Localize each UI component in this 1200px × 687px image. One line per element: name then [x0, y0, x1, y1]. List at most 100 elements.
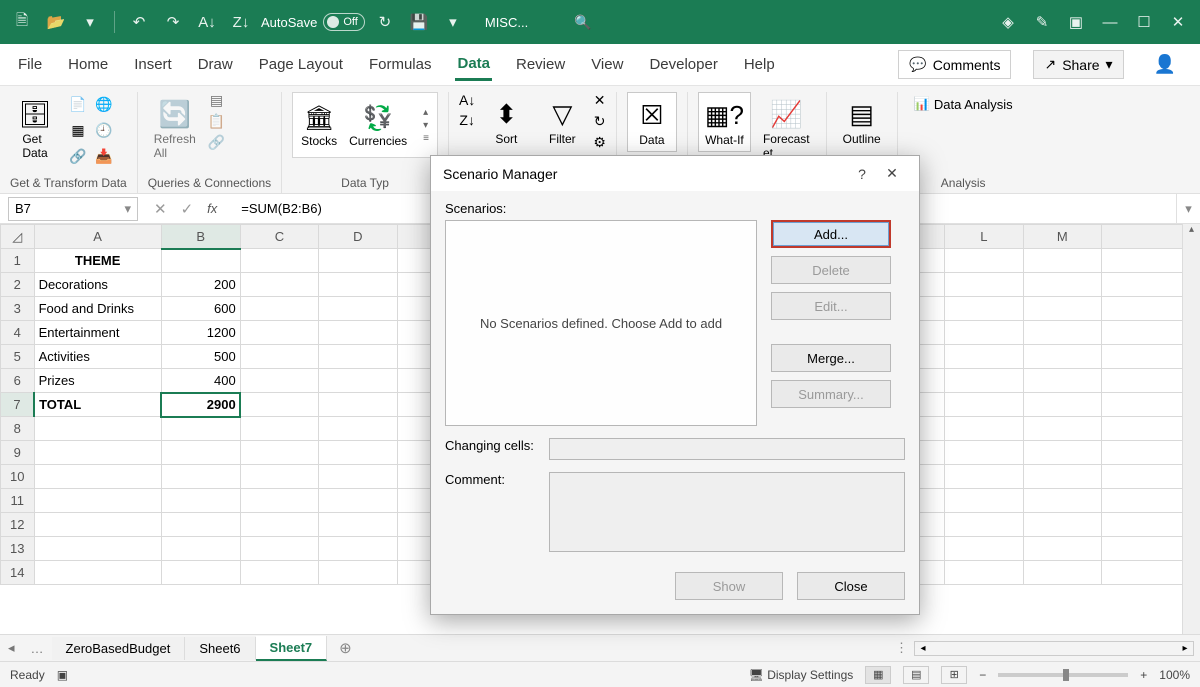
sheet-tab[interactable]: ZeroBasedBudget — [52, 637, 186, 660]
tab-file[interactable]: File — [16, 50, 44, 79]
cell[interactable] — [240, 417, 318, 441]
tab-view[interactable]: View — [589, 50, 625, 79]
cell[interactable] — [319, 417, 397, 441]
cell[interactable] — [161, 465, 240, 489]
data-analysis-button[interactable]: 📊 Data Analysis — [908, 92, 1019, 116]
cell[interactable] — [34, 441, 161, 465]
cell[interactable] — [161, 441, 240, 465]
close-button[interactable]: Close — [797, 572, 905, 600]
cell[interactable] — [240, 321, 318, 345]
autosave-toggle[interactable]: Off — [323, 13, 364, 31]
from-text-icon[interactable]: 📄 — [66, 92, 90, 116]
row-header[interactable]: 8 — [1, 417, 35, 441]
cell[interactable] — [1023, 441, 1101, 465]
cell[interactable]: Decorations — [34, 273, 161, 297]
cell[interactable] — [240, 537, 318, 561]
data-types-gallery[interactable]: 🏛Stocks 💱Currencies ▴▾≡ — [292, 92, 438, 158]
cell[interactable] — [240, 393, 318, 417]
cell[interactable] — [945, 345, 1023, 369]
cell[interactable] — [34, 489, 161, 513]
scenarios-list[interactable]: No Scenarios defined. Choose Add to add — [445, 220, 757, 426]
enter-formula-icon[interactable]: ✓ — [181, 200, 194, 218]
cell[interactable] — [34, 465, 161, 489]
cell[interactable] — [319, 345, 397, 369]
tab-developer[interactable]: Developer — [647, 50, 719, 79]
row-header[interactable]: 11 — [1, 489, 35, 513]
cell[interactable] — [1023, 345, 1101, 369]
cell[interactable] — [1023, 513, 1101, 537]
cell[interactable] — [319, 561, 397, 585]
sync-icon[interactable]: ↻ — [371, 8, 399, 36]
tab-help[interactable]: Help — [742, 50, 777, 79]
col-header[interactable]: A — [34, 225, 161, 249]
cell[interactable] — [945, 465, 1023, 489]
cell[interactable] — [240, 297, 318, 321]
redo-icon[interactable]: ↷ — [159, 8, 187, 36]
diamond-icon[interactable]: ◈ — [994, 8, 1022, 36]
row-header[interactable]: 10 — [1, 465, 35, 489]
row-header[interactable]: 7 — [1, 393, 35, 417]
window-icon[interactable]: ▣ — [1062, 8, 1090, 36]
sort-az-icon[interactable]: A↓ — [459, 92, 475, 108]
tab-page-layout[interactable]: Page Layout — [257, 50, 345, 79]
cell[interactable] — [240, 489, 318, 513]
refresh-all-button[interactable]: 🔄 Refresh All — [148, 92, 202, 164]
cancel-formula-icon[interactable]: ✕ — [154, 200, 167, 218]
cell[interactable] — [240, 369, 318, 393]
cell[interactable]: Activities — [34, 345, 161, 369]
horizontal-scrollbar[interactable]: ◂▸ — [914, 641, 1194, 656]
cell[interactable] — [1023, 561, 1101, 585]
row-header[interactable]: 6 — [1, 369, 35, 393]
row-header[interactable]: 2 — [1, 273, 35, 297]
properties-icon[interactable]: 📋 — [208, 113, 225, 130]
cell[interactable] — [319, 273, 397, 297]
col-header[interactable]: D — [319, 225, 397, 249]
queries-icon[interactable]: ▤ — [208, 92, 225, 109]
existing-conn-icon[interactable]: 🔗 — [66, 144, 90, 168]
close-icon[interactable]: ✕ — [877, 165, 907, 182]
qat-more-icon[interactable]: ▾ — [439, 8, 467, 36]
cell[interactable] — [945, 561, 1023, 585]
reapply-icon[interactable]: ↻ — [593, 113, 606, 130]
cell[interactable] — [34, 537, 161, 561]
cell[interactable] — [240, 465, 318, 489]
get-data-button[interactable]: 🗄 Get Data — [10, 92, 60, 164]
cell[interactable] — [161, 489, 240, 513]
search-icon[interactable]: 🔍 — [574, 14, 591, 31]
cell[interactable] — [34, 513, 161, 537]
more-icon[interactable]: 📥 — [92, 144, 116, 168]
clear-filter-icon[interactable]: ✕ — [593, 92, 606, 109]
name-box[interactable]: B7 ▾ — [8, 197, 138, 221]
cell[interactable] — [240, 513, 318, 537]
row-header[interactable]: 12 — [1, 513, 35, 537]
cell[interactable] — [319, 369, 397, 393]
help-icon[interactable]: ? — [847, 166, 877, 182]
cell[interactable] — [319, 465, 397, 489]
cell[interactable] — [34, 417, 161, 441]
filter-button[interactable]: ▽Filter — [537, 92, 587, 150]
cell[interactable] — [319, 321, 397, 345]
from-table-icon[interactable]: ▦ — [66, 118, 90, 142]
cell[interactable] — [1023, 321, 1101, 345]
cell[interactable]: THEME — [34, 249, 161, 273]
cell[interactable] — [945, 489, 1023, 513]
cell[interactable] — [319, 297, 397, 321]
recent-sources-icon[interactable]: 🕘 — [92, 118, 116, 142]
tab-split-icon[interactable]: ⋮ — [889, 640, 914, 656]
cell[interactable]: Food and Drinks — [34, 297, 161, 321]
cell[interactable] — [240, 273, 318, 297]
maximize-icon[interactable]: ☐ — [1130, 8, 1158, 36]
caret-icon[interactable]: ▾ — [76, 8, 104, 36]
from-web-icon[interactable]: 🌐 — [92, 92, 116, 116]
vertical-scrollbar[interactable]: ▴ — [1182, 224, 1200, 634]
cell[interactable] — [1023, 537, 1101, 561]
cell[interactable] — [319, 249, 397, 273]
cell[interactable] — [945, 321, 1023, 345]
cell[interactable] — [319, 393, 397, 417]
cell[interactable] — [319, 537, 397, 561]
cell[interactable]: 2900 — [161, 393, 240, 417]
select-all[interactable]: ◿ — [1, 225, 35, 249]
cell[interactable] — [240, 345, 318, 369]
cell[interactable]: 600 — [161, 297, 240, 321]
cell[interactable] — [34, 561, 161, 585]
